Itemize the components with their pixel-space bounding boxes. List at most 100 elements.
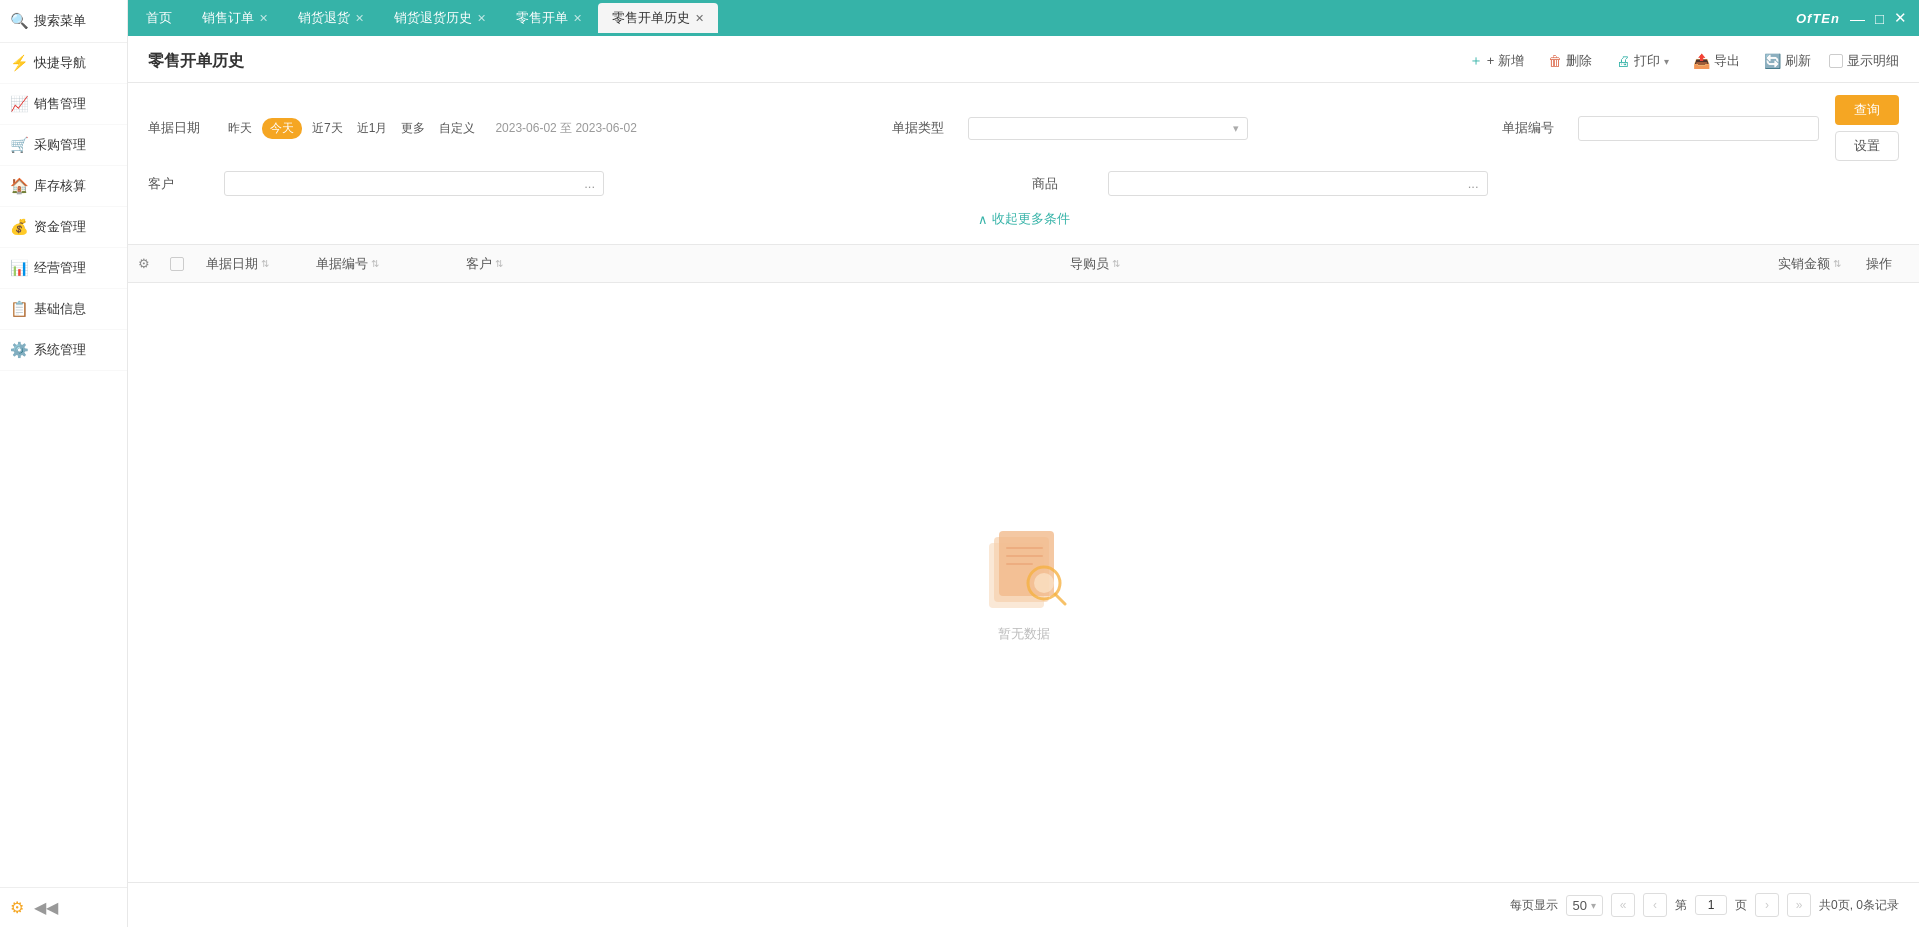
sidebar-item-label: 销售管理 bbox=[34, 95, 86, 113]
print-icon: 🖨 bbox=[1616, 53, 1630, 69]
delete-icon: 🗑 bbox=[1548, 53, 1562, 69]
prev-page-btn[interactable]: ‹ bbox=[1643, 893, 1667, 917]
empty-icon bbox=[974, 523, 1074, 613]
th-client-label: 客户 bbox=[466, 255, 492, 273]
sidebar: 🔍 搜索菜单 ⚡ 快捷导航 📈 销售管理 🛒 采购管理 🏠 库存核算 💰 资金管… bbox=[0, 0, 128, 927]
print-dropdown-icon[interactable]: ▾ bbox=[1664, 56, 1669, 67]
delete-button[interactable]: 🗑 删除 bbox=[1542, 48, 1598, 74]
brand-label: OfTEn bbox=[1796, 11, 1840, 26]
date-range-display: 2023-06-02 至 2023-06-02 bbox=[495, 120, 636, 137]
th-date[interactable]: 单据日期 ⇅ bbox=[198, 255, 308, 273]
collapse-up-icon: ∧ bbox=[978, 212, 988, 227]
tab-home[interactable]: 首页 bbox=[132, 3, 186, 33]
tab-sales-order-label: 销售订单 bbox=[202, 9, 254, 27]
date-btn-custom[interactable]: 自定义 bbox=[435, 118, 479, 139]
per-page-value: 50 bbox=[1573, 898, 1587, 913]
refresh-button[interactable]: 🔄 刷新 bbox=[1758, 48, 1817, 74]
display-detail-checkbox[interactable] bbox=[1829, 54, 1843, 68]
main-area: 首页 销售订单 ✕ 销货退货 ✕ 销货退货历史 ✕ 零售开单 ✕ 零售开单历史 … bbox=[128, 0, 1919, 927]
maximize-btn[interactable]: □ bbox=[1875, 10, 1884, 27]
print-label: 打印 bbox=[1634, 52, 1660, 70]
type-select[interactable]: ▾ bbox=[968, 117, 1248, 140]
collapse-row: ∧ 收起更多条件 bbox=[148, 206, 1899, 232]
th-guide-label: 导购员 bbox=[1070, 255, 1109, 273]
tab-home-label: 首页 bbox=[146, 9, 172, 27]
sidebar-item-quick-nav[interactable]: ⚡ 快捷导航 bbox=[0, 43, 127, 84]
operations-icon: 📊 bbox=[10, 259, 28, 277]
tab-retail-history-close[interactable]: ✕ bbox=[695, 12, 704, 25]
settings-bottom-icon[interactable]: ⚙ bbox=[10, 898, 24, 917]
tab-retail-open[interactable]: 零售开单 ✕ bbox=[502, 3, 596, 33]
per-page-select[interactable]: 50 ▾ bbox=[1566, 895, 1603, 916]
tab-sales-return-close[interactable]: ✕ bbox=[355, 12, 364, 25]
collapse-label: 收起更多条件 bbox=[992, 210, 1070, 228]
date-btn-more[interactable]: 更多 bbox=[397, 118, 429, 139]
th-amount[interactable]: 实销金额 ⇅ bbox=[1749, 255, 1849, 273]
th-number[interactable]: 单据编号 ⇅ bbox=[308, 255, 458, 273]
page-title: 零售开单历史 bbox=[148, 51, 244, 72]
sidebar-item-sales-mgmt[interactable]: 📈 销售管理 bbox=[0, 84, 127, 125]
goods-input[interactable]: ... bbox=[1108, 171, 1488, 196]
sidebar-item-operations[interactable]: 📊 经营管理 bbox=[0, 248, 127, 289]
query-button[interactable]: 查询 bbox=[1835, 95, 1899, 125]
th-guide[interactable]: 导购员 ⇅ bbox=[1062, 255, 1162, 273]
sidebar-item-basic-info[interactable]: 📋 基础信息 bbox=[0, 289, 127, 330]
th-client[interactable]: 客户 ⇅ bbox=[458, 255, 1062, 273]
column-settings-icon[interactable]: ⚙ bbox=[138, 256, 170, 271]
collapse-btn[interactable]: ∧ 收起更多条件 bbox=[974, 206, 1074, 232]
refresh-icon: 🔄 bbox=[1764, 53, 1781, 69]
settings-button[interactable]: 设置 bbox=[1835, 131, 1899, 161]
goods-label: 商品 bbox=[1032, 175, 1092, 193]
table-header: ⚙ 单据日期 ⇅ 单据编号 ⇅ 客户 ⇅ 导购员 ⇅ 实销金额 bbox=[128, 245, 1919, 283]
tab-sales-return-label: 销货退货 bbox=[298, 9, 350, 27]
first-page-btn[interactable]: « bbox=[1611, 893, 1635, 917]
date-btn-7days[interactable]: 近7天 bbox=[308, 118, 347, 139]
tab-retail-history[interactable]: 零售开单历史 ✕ bbox=[598, 3, 718, 33]
sidebar-item-label: 资金管理 bbox=[34, 218, 86, 236]
sidebar-item-finance[interactable]: 💰 资金管理 bbox=[0, 207, 127, 248]
page-header: 零售开单历史 ＋ + 新增 🗑 删除 🖨 打印 ▾ 📤 导出 🔄 刷新 bbox=[128, 36, 1919, 83]
quick-nav-icon: ⚡ bbox=[10, 54, 28, 72]
sidebar-search[interactable]: 🔍 搜索菜单 bbox=[0, 0, 127, 43]
client-input[interactable]: ... bbox=[224, 171, 604, 196]
print-button[interactable]: 🖨 打印 ▾ bbox=[1610, 48, 1675, 74]
tab-sales-order-close[interactable]: ✕ bbox=[259, 12, 268, 25]
tab-sales-return-history[interactable]: 销货退货历史 ✕ bbox=[380, 3, 500, 33]
date-btn-yesterday[interactable]: 昨天 bbox=[224, 118, 256, 139]
tab-bar: 首页 销售订单 ✕ 销货退货 ✕ 销货退货历史 ✕ 零售开单 ✕ 零售开单历史 … bbox=[128, 0, 1919, 36]
sidebar-item-label: 经营管理 bbox=[34, 259, 86, 277]
number-input[interactable] bbox=[1578, 116, 1819, 141]
close-window-btn[interactable]: ✕ bbox=[1894, 9, 1907, 27]
date-btn-1month[interactable]: 近1月 bbox=[353, 118, 392, 139]
svg-line-8 bbox=[1055, 594, 1065, 604]
toolbar: ＋ + 新增 🗑 删除 🖨 打印 ▾ 📤 导出 🔄 刷新 bbox=[1463, 48, 1899, 74]
sidebar-item-inventory[interactable]: 🏠 库存核算 bbox=[0, 166, 127, 207]
tab-sales-return[interactable]: 销货退货 ✕ bbox=[284, 3, 378, 33]
sidebar-item-label: 系统管理 bbox=[34, 341, 86, 359]
add-button[interactable]: ＋ + 新增 bbox=[1463, 48, 1530, 74]
add-label: + 新增 bbox=[1487, 52, 1524, 70]
total-info: 共0页, 0条记录 bbox=[1819, 897, 1899, 914]
page-input[interactable] bbox=[1695, 895, 1727, 915]
display-detail-toggle[interactable]: 显示明细 bbox=[1829, 52, 1899, 70]
export-button[interactable]: 📤 导出 bbox=[1687, 48, 1746, 74]
select-all-checkbox[interactable] bbox=[170, 257, 198, 271]
last-page-btn[interactable]: » bbox=[1787, 893, 1811, 917]
tab-sales-order[interactable]: 销售订单 ✕ bbox=[188, 3, 282, 33]
next-page-btn[interactable]: › bbox=[1755, 893, 1779, 917]
client-label: 客户 bbox=[148, 175, 208, 193]
search-icon: 🔍 bbox=[10, 12, 28, 30]
th-guide-sort-icon: ⇅ bbox=[1112, 258, 1120, 269]
collapse-sidebar-icon[interactable]: ◀◀ bbox=[34, 898, 58, 917]
display-detail-label: 显示明细 bbox=[1847, 52, 1899, 70]
sidebar-item-sys-mgmt[interactable]: ⚙️ 系统管理 bbox=[0, 330, 127, 371]
sidebar-item-purchase-mgmt[interactable]: 🛒 采购管理 bbox=[0, 125, 127, 166]
tab-retail-open-close[interactable]: ✕ bbox=[573, 12, 582, 25]
empty-text: 暂无数据 bbox=[998, 625, 1050, 643]
table-area: ⚙ 单据日期 ⇅ 单据编号 ⇅ 客户 ⇅ 导购员 ⇅ 实销金额 bbox=[128, 245, 1919, 882]
date-quick-buttons: 昨天 今天 近7天 近1月 更多 自定义 bbox=[224, 118, 479, 139]
tab-sales-return-history-close[interactable]: ✕ bbox=[477, 12, 486, 25]
date-btn-today[interactable]: 今天 bbox=[262, 118, 302, 139]
minimize-btn[interactable]: — bbox=[1850, 10, 1865, 27]
add-icon: ＋ bbox=[1469, 52, 1483, 70]
